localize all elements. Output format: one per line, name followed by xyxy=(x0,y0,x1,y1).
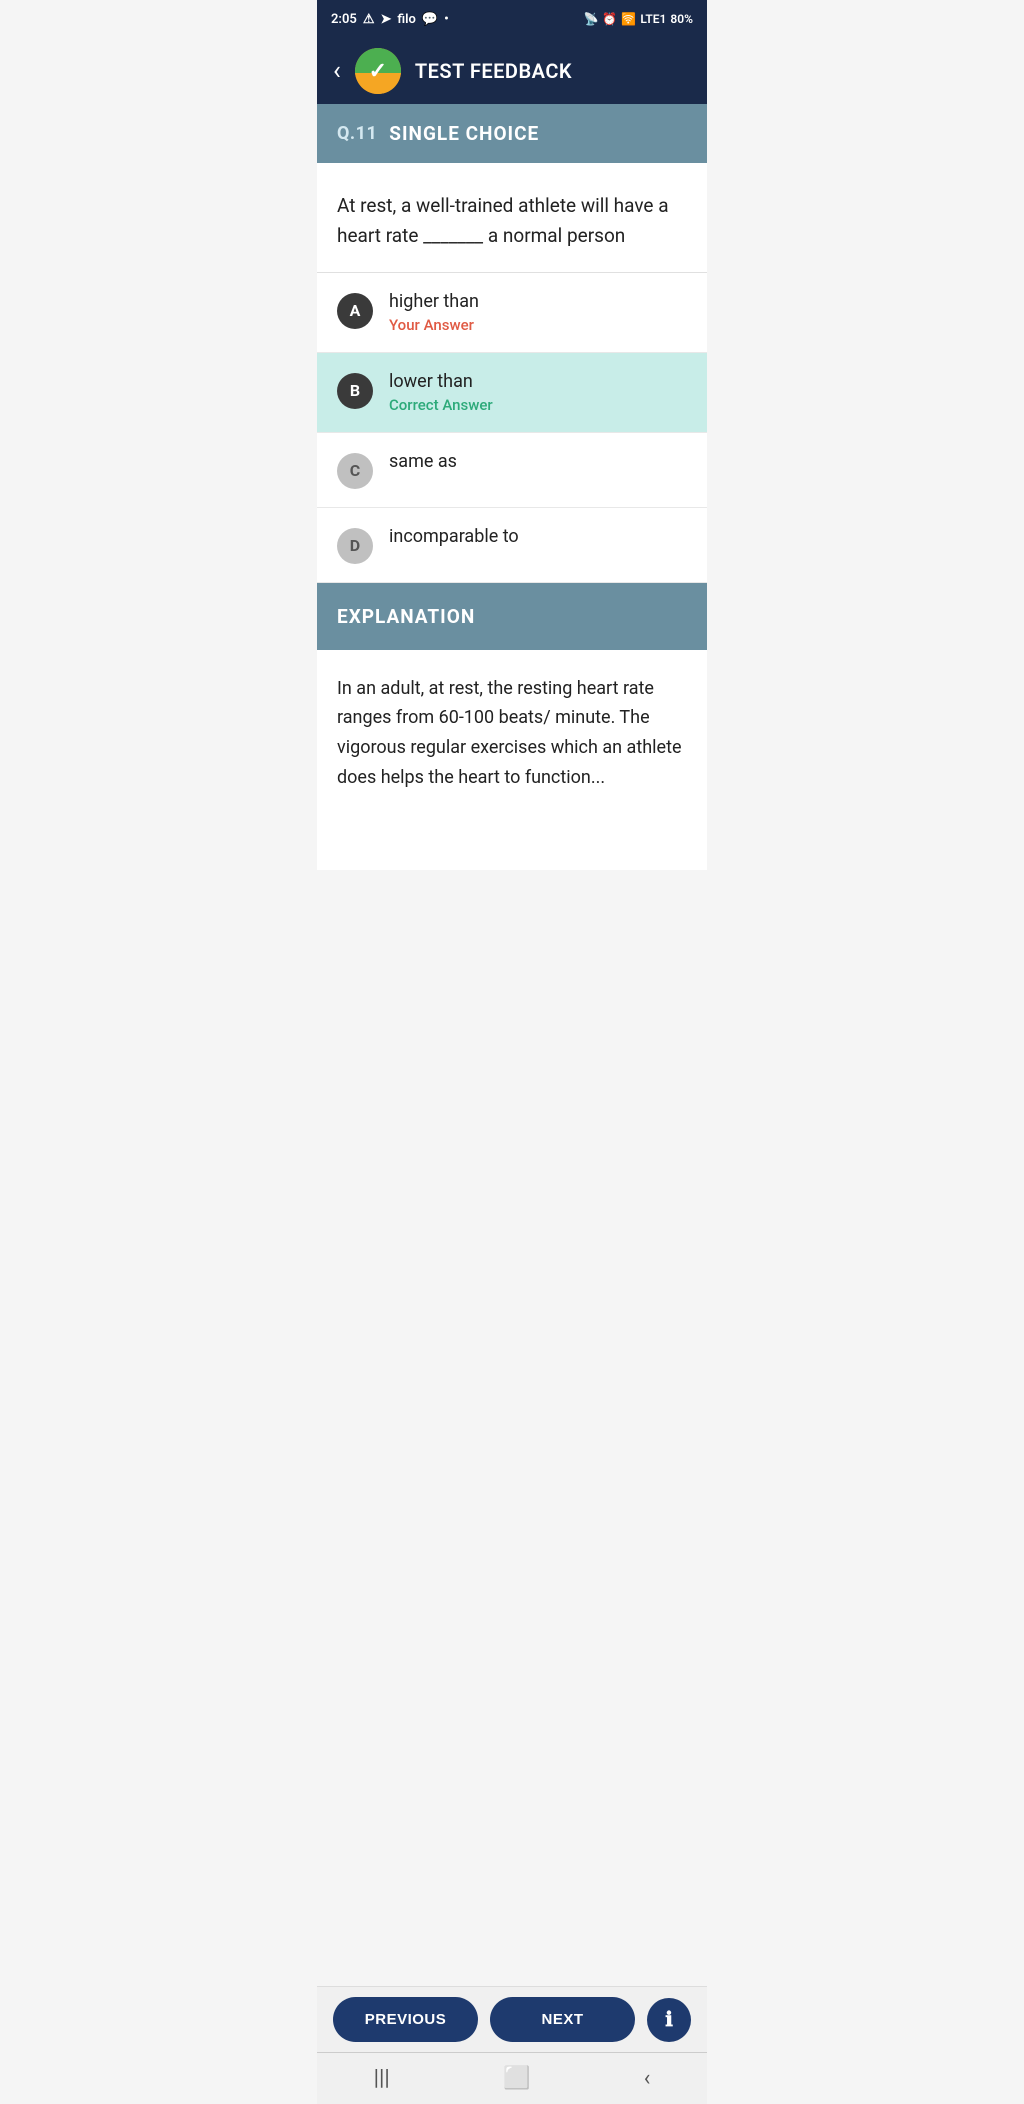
option-c-content: same as xyxy=(389,451,687,476)
option-c-text: same as xyxy=(389,451,687,472)
option-a-content: higher than Your Answer xyxy=(389,291,687,334)
logo-check-icon: ✓ xyxy=(369,59,387,84)
app-name: filo xyxy=(397,12,416,27)
app-logo: ✓ xyxy=(355,48,401,94)
correct-answer-label: Correct Answer xyxy=(389,396,687,414)
info-button[interactable]: ℹ xyxy=(647,1998,691,2042)
option-d[interactable]: D incomparable to xyxy=(317,508,707,583)
option-a-text: higher than xyxy=(389,291,687,312)
option-c-badge: C xyxy=(337,453,373,489)
status-bar: 2:05 ⚠ ➤ filo 💬 • 📡 ⏰ 🛜 LTE1 80% xyxy=(317,0,707,38)
navigation-icon: ➤ xyxy=(380,12,391,27)
status-right: 📡 ⏰ 🛜 LTE1 80% xyxy=(583,12,693,26)
question-type: SINGLE CHOICE xyxy=(389,122,539,145)
option-d-text: incomparable to xyxy=(389,526,687,547)
explanation-header: EXPLANATION xyxy=(317,583,707,650)
option-b-content: lower than Correct Answer xyxy=(389,371,687,414)
battery: 80% xyxy=(670,12,693,26)
your-answer-label: Your Answer xyxy=(389,316,687,334)
question-content: At rest, a well-trained athlete will hav… xyxy=(317,163,707,273)
info-icon: ℹ xyxy=(665,2007,673,2032)
option-d-badge: D xyxy=(337,528,373,564)
back-button[interactable]: ‹ xyxy=(333,58,341,84)
option-c[interactable]: C same as xyxy=(317,433,707,508)
alarm-icon: ⏰ xyxy=(602,12,617,26)
next-button[interactable]: NEXT xyxy=(490,1997,635,2042)
option-b[interactable]: B lower than Correct Answer xyxy=(317,353,707,433)
home-nav-icon[interactable]: ⬜ xyxy=(503,2066,530,2091)
page-title: TEST FEEDBACK xyxy=(415,59,572,83)
option-d-content: incomparable to xyxy=(389,526,687,551)
explanation-text: In an adult, at rest, the resting heart … xyxy=(337,674,687,793)
question-number: Q.11 xyxy=(337,123,377,144)
android-nav-bar: ||| ⬜ ‹ xyxy=(317,2052,707,2104)
signal-label: LTE1 xyxy=(640,12,666,26)
option-a-badge: A xyxy=(337,293,373,329)
bottom-buttons: PREVIOUS NEXT ℹ xyxy=(317,1986,707,2052)
warning-icon: ⚠ xyxy=(363,12,375,27)
header: ‹ ✓ TEST FEEDBACK xyxy=(317,38,707,104)
cast-icon: 📡 xyxy=(583,12,598,26)
back-nav-icon[interactable]: ‹ xyxy=(644,2066,651,2091)
previous-button[interactable]: PREVIOUS xyxy=(333,1997,478,2042)
explanation-title: EXPLANATION xyxy=(337,605,687,628)
option-b-text: lower than xyxy=(389,371,687,392)
question-text: At rest, a well-trained athlete will hav… xyxy=(337,191,687,252)
options-container: A higher than Your Answer B lower than C… xyxy=(317,273,707,583)
dot-indicator: • xyxy=(444,12,449,27)
option-b-badge: B xyxy=(337,373,373,409)
chat-icon: 💬 xyxy=(422,12,438,27)
wifi-icon: 🛜 xyxy=(621,12,636,26)
menu-nav-icon[interactable]: ||| xyxy=(374,2066,390,2091)
status-left: 2:05 ⚠ ➤ filo 💬 • xyxy=(331,12,449,27)
time: 2:05 xyxy=(331,12,357,27)
explanation-content: In an adult, at rest, the resting heart … xyxy=(317,650,707,870)
question-header: Q.11 SINGLE CHOICE xyxy=(317,104,707,163)
option-a[interactable]: A higher than Your Answer xyxy=(317,273,707,353)
